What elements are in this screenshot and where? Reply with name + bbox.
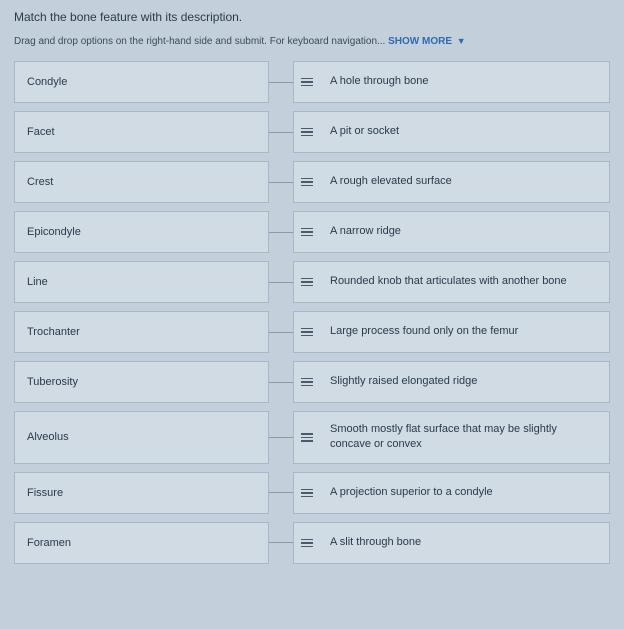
match-row: Line Rounded knob that articulates with … xyxy=(14,261,610,303)
drag-handle-icon[interactable] xyxy=(294,212,320,252)
description-text: Rounded knob that articulates with anoth… xyxy=(320,264,609,299)
drag-handle-icon[interactable] xyxy=(294,362,320,402)
description-text: A narrow ridge xyxy=(320,214,609,249)
description-text: A slit through bone xyxy=(320,525,609,560)
term-box[interactable]: Epicondyle xyxy=(14,211,269,253)
description-box[interactable]: Rounded knob that articulates with anoth… xyxy=(293,261,610,303)
instructions-text: Drag and drop options on the right-hand … xyxy=(14,36,385,47)
term-box[interactable]: Fissure xyxy=(14,472,269,514)
connector xyxy=(269,411,293,464)
connector-line xyxy=(269,182,293,183)
description-box[interactable]: A hole through bone xyxy=(293,61,610,103)
description-box[interactable]: A rough elevated surface xyxy=(293,161,610,203)
term-box[interactable]: Line xyxy=(14,261,269,303)
connector xyxy=(269,311,293,353)
description-box[interactable]: A projection superior to a condyle xyxy=(293,472,610,514)
term-box[interactable]: Facet xyxy=(14,111,269,153)
term-box[interactable]: Foramen xyxy=(14,522,269,564)
description-text: A pit or socket xyxy=(320,114,609,149)
show-more-link[interactable]: SHOW MORE ▼ xyxy=(388,36,466,47)
description-box[interactable]: Large process found only on the femur xyxy=(293,311,610,353)
drag-handle-icon[interactable] xyxy=(294,523,320,563)
drag-handle-icon[interactable] xyxy=(294,112,320,152)
connector-line xyxy=(269,542,293,543)
description-box[interactable]: Smooth mostly flat surface that may be s… xyxy=(293,411,610,464)
match-row: Facet A pit or socket xyxy=(14,111,610,153)
matching-container: Condyle A hole through bone Facet A pit … xyxy=(14,57,610,568)
drag-handle-icon[interactable] xyxy=(294,412,320,463)
match-row: Crest A rough elevated surface xyxy=(14,161,610,203)
match-row: Condyle A hole through bone xyxy=(14,61,610,103)
show-more-label: SHOW MORE xyxy=(388,36,452,47)
term-box[interactable]: Crest xyxy=(14,161,269,203)
drag-handle-icon[interactable] xyxy=(294,62,320,102)
term-box[interactable]: Condyle xyxy=(14,61,269,103)
connector-line xyxy=(269,282,293,283)
connector-line xyxy=(269,82,293,83)
connector-line xyxy=(269,232,293,233)
match-row: Alveolus Smooth mostly flat surface that… xyxy=(14,411,610,464)
description-box[interactable]: A pit or socket xyxy=(293,111,610,153)
description-text: A rough elevated surface xyxy=(320,164,609,199)
match-row: Trochanter Large process found only on t… xyxy=(14,311,610,353)
description-text: A hole through bone xyxy=(320,64,609,99)
match-row: Fissure A projection superior to a condy… xyxy=(14,472,610,514)
connector xyxy=(269,361,293,403)
drag-handle-icon[interactable] xyxy=(294,473,320,513)
match-row: Tuberosity Slightly raised elongated rid… xyxy=(14,361,610,403)
connector xyxy=(269,61,293,103)
connector xyxy=(269,211,293,253)
connector xyxy=(269,111,293,153)
drag-handle-icon[interactable] xyxy=(294,312,320,352)
description-text: Slightly raised elongated ridge xyxy=(320,364,609,399)
description-box[interactable]: A slit through bone xyxy=(293,522,610,564)
connector-line xyxy=(269,492,293,493)
description-text: Smooth mostly flat surface that may be s… xyxy=(320,412,609,463)
match-row: Epicondyle A narrow ridge xyxy=(14,211,610,253)
term-box[interactable]: Tuberosity xyxy=(14,361,269,403)
description-text: Large process found only on the femur xyxy=(320,314,609,349)
description-box[interactable]: Slightly raised elongated ridge xyxy=(293,361,610,403)
term-box[interactable]: Trochanter xyxy=(14,311,269,353)
connector-line xyxy=(269,382,293,383)
chevron-down-icon: ▼ xyxy=(457,36,466,46)
question-title: Match the bone feature with its descript… xyxy=(14,10,610,24)
connector xyxy=(269,522,293,564)
drag-handle-icon[interactable] xyxy=(294,162,320,202)
match-row: Foramen A slit through bone xyxy=(14,522,610,564)
connector-line xyxy=(269,132,293,133)
connector-line xyxy=(269,437,293,438)
drag-handle-icon[interactable] xyxy=(294,262,320,302)
description-box[interactable]: A narrow ridge xyxy=(293,211,610,253)
connector xyxy=(269,261,293,303)
connector-line xyxy=(269,332,293,333)
connector xyxy=(269,472,293,514)
description-text: A projection superior to a condyle xyxy=(320,475,609,510)
connector xyxy=(269,161,293,203)
term-box[interactable]: Alveolus xyxy=(14,411,269,464)
instructions: Drag and drop options on the right-hand … xyxy=(14,36,610,47)
